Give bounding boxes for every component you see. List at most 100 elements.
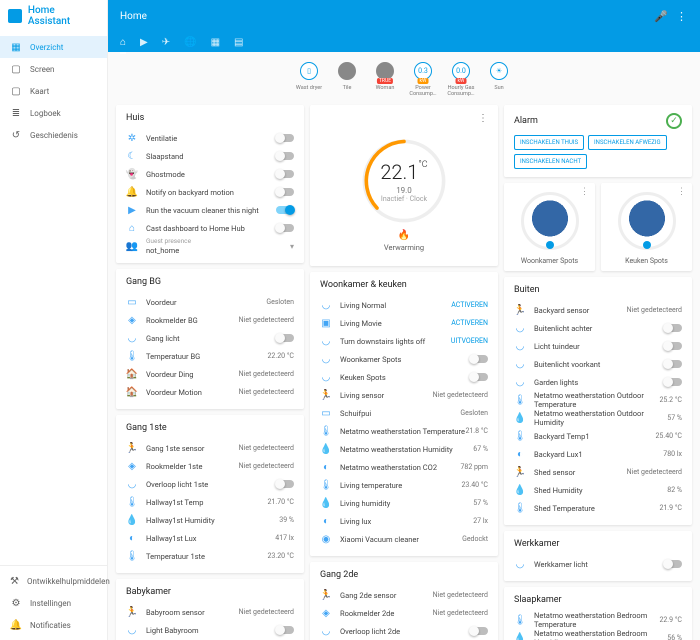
light-card[interactable]: ⋮ Woonkamer Spots [504, 183, 595, 271]
entity-row[interactable]: 🏠 Voordeur Ding Niet gedetecteerd [126, 365, 294, 383]
badge[interactable]: ▯ Wast dryer [294, 62, 324, 97]
entity-row[interactable]: 💧 Living humidity 57 % [320, 494, 488, 512]
toggle[interactable] [470, 627, 488, 635]
entity-row[interactable]: 🌡 Netatmo weatherstation Outdoor Tempera… [514, 391, 682, 409]
toggle[interactable] [276, 152, 294, 160]
toggle[interactable] [470, 355, 488, 363]
entity-row[interactable]: 🏠 Voordeur Motion Niet gedetecteerd [126, 383, 294, 401]
more-icon[interactable]: ⋮ [580, 187, 589, 197]
entity-row[interactable]: 🏃 Babyroom sensor Niet gedetecteerd [126, 603, 294, 621]
badge[interactable]: Tile [332, 62, 362, 97]
entity-row[interactable]: 👻 Ghostmode [126, 165, 294, 183]
entity-row[interactable]: 🏃 Gang 1ste sensor Niet gedetecteerd [126, 439, 294, 457]
entity-row[interactable]: ◡ Licht tuindeur [514, 337, 682, 355]
light-card[interactable]: ⋮ Keuken Spots [601, 183, 692, 271]
entity-row[interactable]: ✲ Ventilatie [126, 129, 294, 147]
entity-row[interactable]: 🏃 Shed sensor Niet gedetecteerd [514, 463, 682, 481]
entity-row[interactable]: ⌂ Cast dashboard to Home Hub [126, 219, 294, 237]
toggle[interactable] [664, 342, 682, 350]
shield-check-icon[interactable]: ✓ [666, 113, 682, 129]
tab-send-icon[interactable]: ✈ [162, 37, 170, 48]
toggle[interactable] [276, 134, 294, 142]
entity-row[interactable]: 💧 Hallway1st Humidity 39 % [126, 511, 294, 529]
entity-row[interactable]: 👥 Guest presence not_home ▾ [126, 237, 294, 255]
toggle[interactable] [664, 360, 682, 368]
alarm-arm-button[interactable]: Inschakelen Thuis [514, 135, 584, 150]
entity-row[interactable]: ◈ Rookmelder 2de Niet gedetecteerd [320, 604, 488, 622]
entity-row[interactable]: ◡ Werkkamer licht [514, 555, 682, 573]
entity-row[interactable]: ▭ Schuifpui Gesloten [320, 404, 488, 422]
entity-row[interactable]: ◉ Xiaomi Vacuum cleaner Gedockt [320, 530, 488, 548]
toggle[interactable] [664, 560, 682, 568]
alarm-arm-button[interactable]: Inschakelen Nacht [514, 154, 587, 169]
entity-row[interactable]: ◡ Woonkamer Spots [320, 350, 488, 368]
tab-text-icon[interactable]: ▤ [234, 37, 243, 48]
toggle[interactable] [276, 170, 294, 178]
entity-row[interactable]: ◡ Living Normal ACTIVEREN [320, 296, 488, 314]
tab-media-icon[interactable]: ▶ [140, 37, 148, 48]
entity-row[interactable]: 🏃 Gang 2de sensor Niet gedetecteerd [320, 586, 488, 604]
badge[interactable]: 0.3 kW Power Consump… [408, 62, 438, 97]
tab-home-icon[interactable]: ⌂ [120, 37, 126, 54]
entity-row[interactable]: ◡ Overloop licht 2de [320, 622, 488, 640]
entity-row[interactable]: ◡ Overloop licht 1ste [126, 475, 294, 493]
tab-panel-icon[interactable]: ▦ [211, 37, 220, 48]
row-action[interactable]: ACTIVEREN [451, 301, 488, 309]
entity-row[interactable]: ◡ Turn downstairs lights off UITVOEREN [320, 332, 488, 350]
toggle[interactable] [276, 626, 294, 634]
entity-row[interactable]: 💧 Netatmo weatherstation Bedroom Humidit… [514, 629, 682, 640]
entity-row[interactable]: ◡ Garden lights [514, 373, 682, 391]
more-icon[interactable]: ⋮ [478, 113, 488, 124]
toggle[interactable] [470, 373, 488, 381]
entity-row[interactable]: 🌡 Netatmo weatherstation Temperature 21.… [320, 422, 488, 440]
tab-globe-icon[interactable]: 🌐 [184, 37, 196, 48]
entity-row[interactable]: ◈ Rookmelder 1ste Niet gedetecteerd [126, 457, 294, 475]
entity-row[interactable]: ◐ Backyard Lux1 780 lx [514, 445, 682, 463]
more-icon[interactable]: ⋮ [677, 187, 686, 197]
entity-row[interactable]: 🔔 Notify on backyard motion [126, 183, 294, 201]
toggle[interactable] [276, 188, 294, 196]
entity-row[interactable]: ◈ Rookmelder BG Niet gedetecteerd [126, 311, 294, 329]
toggle[interactable] [664, 324, 682, 332]
entity-row[interactable]: 🌡 Temperatuur BG 22.20 °C [126, 347, 294, 365]
sidebar-item-screen[interactable]: ▢ Screen [0, 58, 107, 80]
chevron-down-icon[interactable]: ▾ [290, 242, 294, 251]
entity-row[interactable]: 🌡 Living temperature 23.40 °C [320, 476, 488, 494]
sidebar-item-kaart[interactable]: ▢ Kaart [0, 80, 107, 102]
entity-row[interactable]: ◡ Buitenlicht voorkant [514, 355, 682, 373]
entity-row[interactable]: 🌡 Shed Temperature 21.9 °C [514, 499, 682, 517]
entity-row[interactable]: ◡ Keuken Spots [320, 368, 488, 386]
entity-row[interactable]: ◡ Buitenlicht achter [514, 319, 682, 337]
entity-row[interactable]: ◐ Netatmo weatherstation CO2 782 ppm [320, 458, 488, 476]
sidebar-item-notificaties[interactable]: 🔔 Notificaties [0, 614, 107, 636]
entity-row[interactable]: 💧 Shed Humidity 82 % [514, 481, 682, 499]
entity-row[interactable]: 🏃 Living sensor Niet gedetecteerd [320, 386, 488, 404]
entity-row[interactable]: ▭ Voordeur Gesloten [126, 293, 294, 311]
toggle[interactable] [276, 334, 294, 342]
entity-row[interactable]: ◐ Living lux 27 lx [320, 512, 488, 530]
entity-row[interactable]: 🏃 Backyard sensor Niet gedetecteerd [514, 301, 682, 319]
toggle[interactable] [664, 378, 682, 386]
entity-row[interactable]: ◐ Hallway1st Lux 417 lx [126, 529, 294, 547]
more-icon[interactable]: ⋮ [676, 10, 688, 22]
entity-row[interactable]: 🌡 Netatmo weatherstation Bedroom Tempera… [514, 611, 682, 629]
entity-row[interactable]: 💧 Netatmo weatherstation Humidity 67 % [320, 440, 488, 458]
badge[interactable]: 0.0 kW Hourly Gas Consump… [446, 62, 476, 97]
sidebar-item-logboek[interactable]: ≣ Logboek [0, 102, 107, 124]
entity-row[interactable]: 🌡 Backyard Temp1 25.40 °C [514, 427, 682, 445]
row-action[interactable]: UITVOEREN [451, 337, 488, 345]
entity-row[interactable]: 💧 Netatmo weatherstation Outdoor Humidit… [514, 409, 682, 427]
entity-row[interactable]: ▶ Run the vacuum cleaner this night [126, 201, 294, 219]
sidebar-item-ontwikkelhulpmiddelen[interactable]: ⚒ Ontwikkelhulpmiddelen [0, 570, 107, 592]
sidebar-item-geschiedenis[interactable]: ↺ Geschiedenis [0, 124, 107, 146]
toggle[interactable] [276, 206, 294, 214]
badge[interactable]: TRUE Woman [370, 62, 400, 97]
sidebar-item-overzicht[interactable]: ▦ Overzicht [0, 36, 107, 58]
entity-row[interactable]: ◡ Light Babyroom [126, 621, 294, 639]
row-action[interactable]: ACTIVEREN [451, 319, 488, 327]
entity-row[interactable]: ☾ Slaapstand [126, 147, 294, 165]
toggle[interactable] [276, 480, 294, 488]
badge[interactable]: ☀ Sun [484, 62, 514, 97]
alarm-arm-button[interactable]: Inschakelen Afwezig [588, 135, 667, 150]
toggle[interactable] [276, 224, 294, 232]
